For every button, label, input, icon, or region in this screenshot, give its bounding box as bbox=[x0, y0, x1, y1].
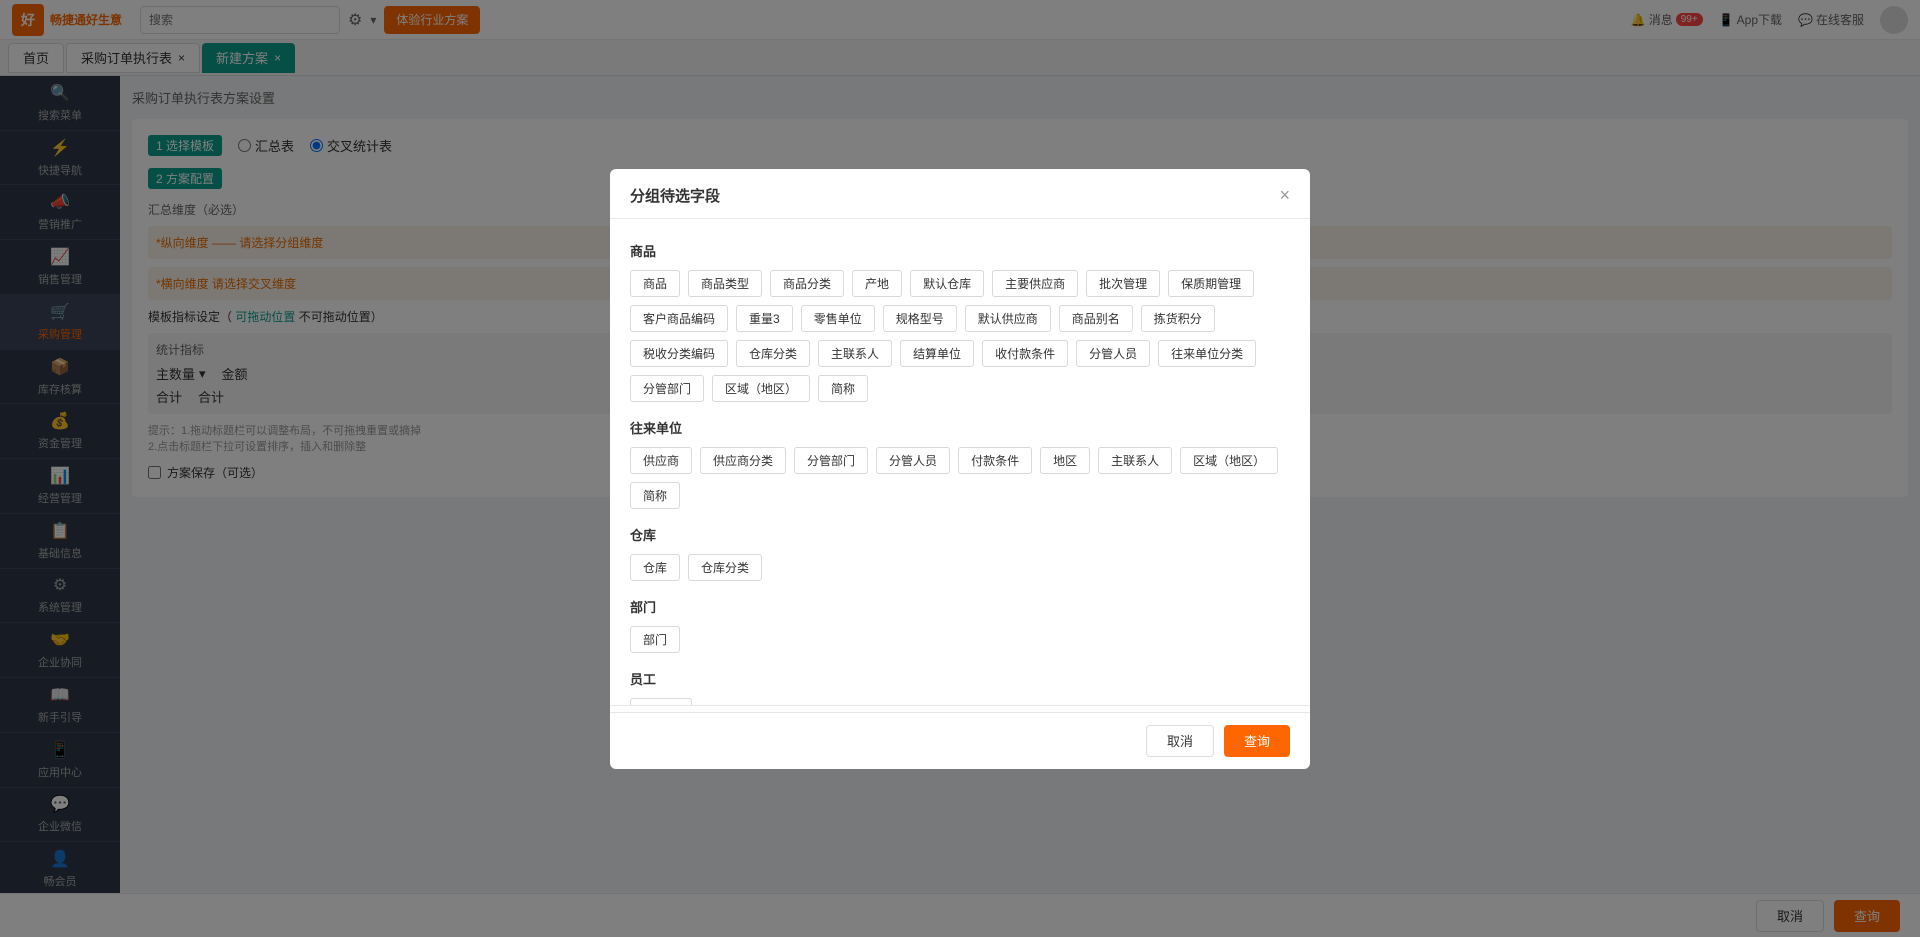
field-tag-客户商品编码[interactable]: 客户商品编码 bbox=[630, 305, 728, 332]
field-tag-地区[interactable]: 地区 bbox=[1040, 447, 1090, 474]
field-tag-结算单位[interactable]: 结算单位 bbox=[900, 340, 974, 367]
field-tag-商品分类[interactable]: 商品分类 bbox=[770, 270, 844, 297]
field-tag-拣货积分[interactable]: 拣货积分 bbox=[1141, 305, 1215, 332]
field-tag-区域（地区）[interactable]: 区域（地区） bbox=[712, 375, 810, 402]
section-title-department: 部门 bbox=[630, 597, 1290, 616]
field-tag-部门[interactable]: 部门 bbox=[630, 626, 680, 653]
field-tag-分管人员[interactable]: 分管人员 bbox=[1076, 340, 1150, 367]
field-grid-warehouse: 仓库仓库分类 bbox=[630, 554, 1290, 581]
field-tag-供应商[interactable]: 供应商 bbox=[630, 447, 692, 474]
field-tag-保质期管理[interactable]: 保质期管理 bbox=[1168, 270, 1254, 297]
field-tag-重量3[interactable]: 重量3 bbox=[736, 305, 793, 332]
modal-overlay: 分组待选字段 × 商品商品商品类型商品分类产地默认仓库主要供应商批次管理保质期管… bbox=[0, 0, 1920, 937]
field-tag-分管部门[interactable]: 分管部门 bbox=[630, 375, 704, 402]
field-tag-区域（地区）[interactable]: 区域（地区） bbox=[1180, 447, 1278, 474]
field-grid-employee: 业务员 bbox=[630, 698, 1290, 706]
section-title-warehouse: 仓库 bbox=[630, 525, 1290, 544]
field-tag-产地[interactable]: 产地 bbox=[852, 270, 902, 297]
field-tag-商品别名[interactable]: 商品别名 bbox=[1059, 305, 1133, 332]
modal: 分组待选字段 × 商品商品商品类型商品分类产地默认仓库主要供应商批次管理保质期管… bbox=[610, 169, 1310, 769]
field-tag-默认仓库[interactable]: 默认仓库 bbox=[910, 270, 984, 297]
field-grid-partner: 供应商供应商分类分管部门分管人员付款条件地区主联系人区域（地区） 简称 bbox=[630, 447, 1290, 509]
field-tag-商品类型[interactable]: 商品类型 bbox=[688, 270, 762, 297]
field-tag-仓库分类[interactable]: 仓库分类 bbox=[736, 340, 810, 367]
field-tag-简称[interactable]: 简称 bbox=[630, 482, 680, 509]
field-tag-商品[interactable]: 商品 bbox=[630, 270, 680, 297]
field-tag-收付款条件[interactable]: 收付款条件 bbox=[982, 340, 1068, 367]
modal-title: 分组待选字段 bbox=[630, 185, 720, 206]
modal-close-button[interactable]: × bbox=[1279, 185, 1290, 206]
field-tag-供应商分类[interactable]: 供应商分类 bbox=[700, 447, 786, 474]
field-tag-规格型号[interactable]: 规格型号 bbox=[883, 305, 957, 332]
field-tag-批次管理[interactable]: 批次管理 bbox=[1086, 270, 1160, 297]
field-tag-简称[interactable]: 简称 bbox=[818, 375, 868, 402]
field-grid-department: 部门 bbox=[630, 626, 1290, 653]
modal-header: 分组待选字段 × bbox=[610, 169, 1310, 219]
field-tag-仓库[interactable]: 仓库 bbox=[630, 554, 680, 581]
field-tag-分管人员[interactable]: 分管人员 bbox=[876, 447, 950, 474]
field-grid-goods: 商品商品类型商品分类产地默认仓库主要供应商批次管理保质期管理客户商品编码重量3 零… bbox=[630, 270, 1290, 402]
field-tag-付款条件[interactable]: 付款条件 bbox=[958, 447, 1032, 474]
field-tag-主联系人[interactable]: 主联系人 bbox=[818, 340, 892, 367]
field-tag-业务员[interactable]: 业务员 bbox=[630, 698, 692, 706]
section-title-goods: 商品 bbox=[630, 241, 1290, 260]
field-tag-默认供应商[interactable]: 默认供应商 bbox=[965, 305, 1051, 332]
field-tag-主要供应商[interactable]: 主要供应商 bbox=[992, 270, 1078, 297]
field-tag-主联系人[interactable]: 主联系人 bbox=[1098, 447, 1172, 474]
confirm-button[interactable]: 查询 bbox=[1224, 725, 1290, 757]
modal-footer: 取消 查询 bbox=[610, 712, 1310, 769]
field-tag-分管部门[interactable]: 分管部门 bbox=[794, 447, 868, 474]
field-tag-零售单位[interactable]: 零售单位 bbox=[801, 305, 875, 332]
field-tag-往来单位分类[interactable]: 往来单位分类 bbox=[1158, 340, 1256, 367]
field-tag-仓库分类[interactable]: 仓库分类 bbox=[688, 554, 762, 581]
modal-body: 商品商品商品类型商品分类产地默认仓库主要供应商批次管理保质期管理客户商品编码重量… bbox=[610, 219, 1310, 706]
section-title-partner: 往来单位 bbox=[630, 418, 1290, 437]
section-title-employee: 员工 bbox=[630, 669, 1290, 688]
field-tag-税收分类编码[interactable]: 税收分类编码 bbox=[630, 340, 728, 367]
cancel-button[interactable]: 取消 bbox=[1146, 725, 1214, 757]
